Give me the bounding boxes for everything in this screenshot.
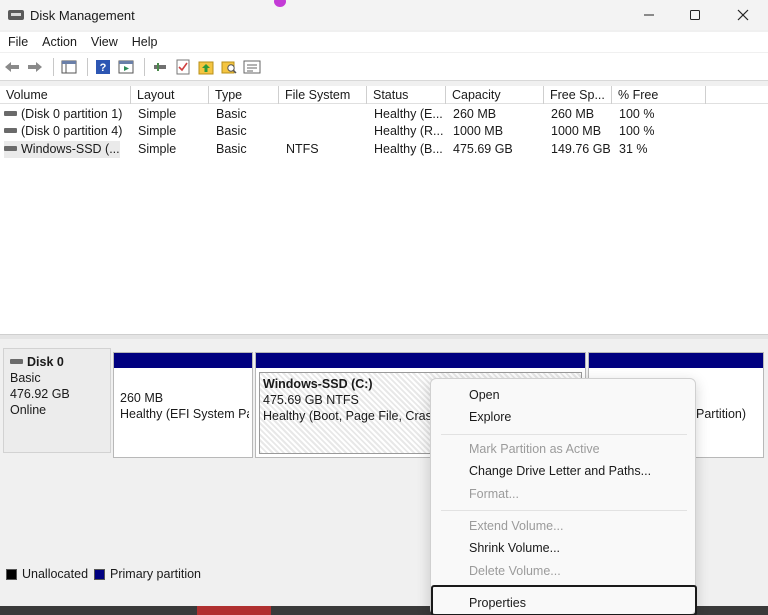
column-header-volume[interactable]: Volume — [0, 86, 131, 104]
volume-capacity: 1000 MB — [453, 124, 504, 138]
menu-delete-volume: Delete Volume... — [469, 564, 561, 578]
volume-layout: Simple — [138, 124, 177, 138]
table-row[interactable]: (Disk 0 partition 1) Simple Basic Health… — [0, 106, 768, 123]
volume-free-space: 1000 MB — [551, 124, 602, 138]
console-tree-icon[interactable] — [59, 57, 79, 77]
primary-partition-swatch — [94, 568, 106, 580]
menu-mark-partition-active: Mark Partition as Active — [469, 442, 600, 456]
drive-icon — [4, 111, 17, 117]
up-icon[interactable] — [196, 57, 216, 77]
disk-management-app-icon — [8, 8, 24, 22]
table-row[interactable]: Windows-SSD (... Simple Basic NTFS Healt… — [0, 141, 768, 158]
minimize-icon — [644, 14, 654, 16]
toolbar-separator — [53, 57, 54, 76]
menu-help[interactable]: Help — [124, 35, 164, 49]
close-button[interactable] — [720, 0, 766, 30]
volume-list: Volume Layout Type File System Status Ca… — [0, 86, 768, 334]
column-header-file-system[interactable]: File System — [279, 86, 367, 104]
volume-percent-free: 100 % — [619, 124, 655, 138]
volume-name: (Disk 0 partition 4) — [21, 124, 123, 138]
help-icon[interactable]: ? — [93, 57, 113, 77]
volume-capacity: 260 MB — [453, 107, 497, 121]
svg-text:?: ? — [100, 62, 107, 74]
drive-icon — [4, 128, 17, 134]
menu-action[interactable]: Action — [34, 35, 83, 49]
volume-name: Windows-SSD (... — [21, 142, 120, 156]
volume-layout: Simple — [138, 107, 177, 121]
legend-unallocated: Unallocated — [22, 567, 89, 581]
check-icon[interactable] — [173, 57, 193, 77]
maximize-button[interactable] — [672, 0, 718, 30]
menu-change-drive-letter[interactable]: Change Drive Letter and Paths... — [469, 461, 651, 481]
volume-file-system: NTFS — [286, 142, 319, 156]
list-header: Volume Layout Type File System Status Ca… — [0, 86, 768, 104]
volume-type: Basic — [216, 107, 247, 121]
disk-size: 476.92 GB — [10, 387, 70, 401]
context-menu: Open Explore Mark Partition as Active Ch… — [430, 378, 697, 615]
column-header-percent-free[interactable]: % Free — [612, 86, 706, 104]
menu-properties[interactable]: Properties — [469, 593, 526, 613]
primary-partition-bar — [256, 353, 585, 368]
partition-status: Partition) — [696, 407, 747, 421]
column-header-type[interactable]: Type — [209, 86, 279, 104]
close-icon — [737, 9, 749, 21]
toolbar-separator — [87, 57, 88, 76]
volume-percent-free: 31 % — [619, 142, 648, 156]
volume-free-space: 149.76 GB — [551, 142, 611, 156]
partition-status: Healthy (EFI System Pa — [120, 407, 249, 421]
menu-format: Format... — [469, 487, 520, 501]
column-header-layout[interactable]: Layout — [131, 86, 209, 104]
drive-icon — [4, 146, 17, 152]
volume-capacity: 475.69 GB — [453, 142, 513, 156]
legend-primary-partition: Primary partition — [110, 567, 202, 581]
menu-open[interactable]: Open — [469, 385, 500, 405]
toolbar: ? — [0, 53, 768, 81]
connect-icon[interactable] — [150, 57, 170, 77]
disk-0-label[interactable]: Disk 0 Basic 476.92 GB Online — [3, 348, 111, 453]
disk-status: Online — [10, 403, 47, 417]
disk-icon — [10, 359, 23, 365]
forward-icon[interactable] — [25, 57, 45, 77]
column-header-free-space[interactable]: Free Sp... — [544, 86, 612, 104]
search-icon[interactable] — [219, 57, 239, 77]
volume-layout: Simple — [138, 142, 177, 156]
menu-explore[interactable]: Explore — [469, 407, 511, 427]
partition-size: 260 MB — [120, 391, 164, 405]
volume-free-space: 260 MB — [551, 107, 595, 121]
properties-icon[interactable] — [116, 57, 136, 77]
volume-type: Basic — [216, 142, 247, 156]
list-icon[interactable] — [242, 57, 262, 77]
volume-name: (Disk 0 partition 1) — [21, 107, 123, 121]
volume-type: Basic — [216, 124, 247, 138]
menu-bar: File Action View Help — [0, 32, 768, 52]
menu-separator — [441, 434, 687, 435]
disk-name: Disk 0 — [27, 355, 64, 369]
column-header-capacity[interactable]: Capacity — [446, 86, 544, 104]
toolbar-separator — [144, 57, 145, 76]
volume-status: Healthy (E... — [374, 107, 443, 121]
volume-percent-free: 100 % — [619, 107, 655, 121]
unallocated-swatch — [6, 568, 17, 580]
column-header-status[interactable]: Status — [367, 86, 446, 104]
back-icon[interactable] — [2, 57, 22, 77]
maximize-icon — [690, 10, 700, 20]
volume-status: Healthy (R... — [374, 124, 444, 138]
primary-partition-bar — [589, 353, 763, 368]
menu-shrink-volume[interactable]: Shrink Volume... — [469, 538, 560, 558]
window-title: Disk Management — [30, 7, 135, 23]
disk-type: Basic — [10, 371, 41, 385]
primary-partition-bar — [114, 353, 252, 368]
volume-status: Healthy (B... — [374, 142, 443, 156]
minimize-button[interactable] — [626, 0, 672, 30]
menu-file[interactable]: File — [0, 35, 34, 49]
table-row[interactable]: (Disk 0 partition 4) Simple Basic Health… — [0, 123, 768, 140]
partition-efi[interactable]: 260 MB Healthy (EFI System Pa — [113, 352, 253, 458]
menu-separator — [441, 510, 687, 511]
menu-view[interactable]: View — [83, 35, 124, 49]
menu-extend-volume: Extend Volume... — [469, 519, 564, 533]
